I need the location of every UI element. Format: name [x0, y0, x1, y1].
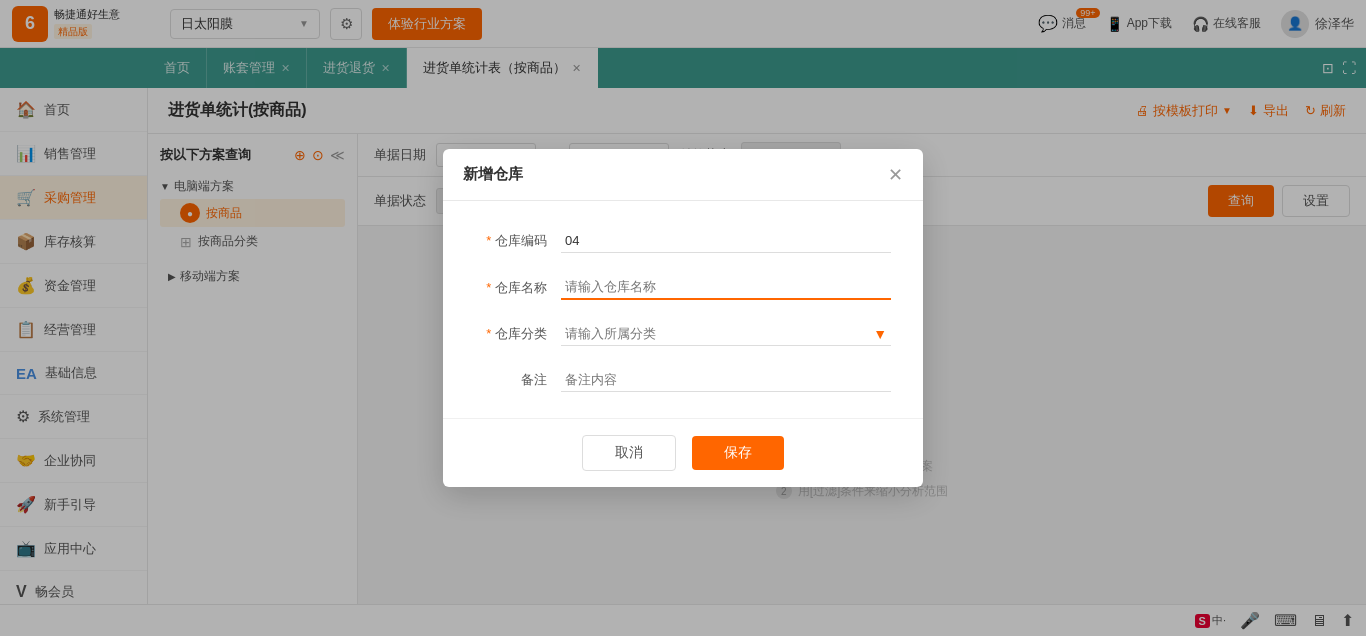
code-label: * 仓库编码 [475, 232, 547, 250]
modal-footer: 取消 保存 [443, 418, 923, 487]
modal-title: 新增仓库 [463, 165, 523, 184]
name-label: * 仓库名称 [475, 279, 547, 297]
modal-header: 新增仓库 ✕ [443, 149, 923, 201]
note-input[interactable] [561, 368, 891, 392]
category-label: * 仓库分类 [475, 325, 547, 343]
cancel-button[interactable]: 取消 [582, 435, 676, 471]
code-input[interactable] [561, 229, 891, 253]
category-input[interactable] [561, 322, 891, 345]
required-star-3: * [486, 326, 491, 341]
category-select-wrapper: ▼ [561, 322, 891, 346]
modal-body: * 仓库编码 * 仓库名称 * 仓库分类 [443, 201, 923, 418]
form-group-category: * 仓库分类 ▼ [475, 322, 891, 346]
name-input[interactable] [561, 275, 891, 300]
form-group-note: 备注 [475, 368, 891, 392]
modal-close-button[interactable]: ✕ [888, 166, 903, 184]
save-button[interactable]: 保存 [692, 436, 784, 470]
category-dropdown-icon[interactable]: ▼ [873, 326, 887, 342]
required-star-2: * [486, 280, 491, 295]
form-group-name: * 仓库名称 [475, 275, 891, 300]
required-star: * [486, 233, 491, 248]
note-label: 备注 [475, 371, 547, 389]
form-group-code: * 仓库编码 [475, 229, 891, 253]
modal: 新增仓库 ✕ * 仓库编码 * 仓库名称 [443, 149, 923, 487]
modal-overlay: 新增仓库 ✕ * 仓库编码 * 仓库名称 [0, 0, 1366, 636]
